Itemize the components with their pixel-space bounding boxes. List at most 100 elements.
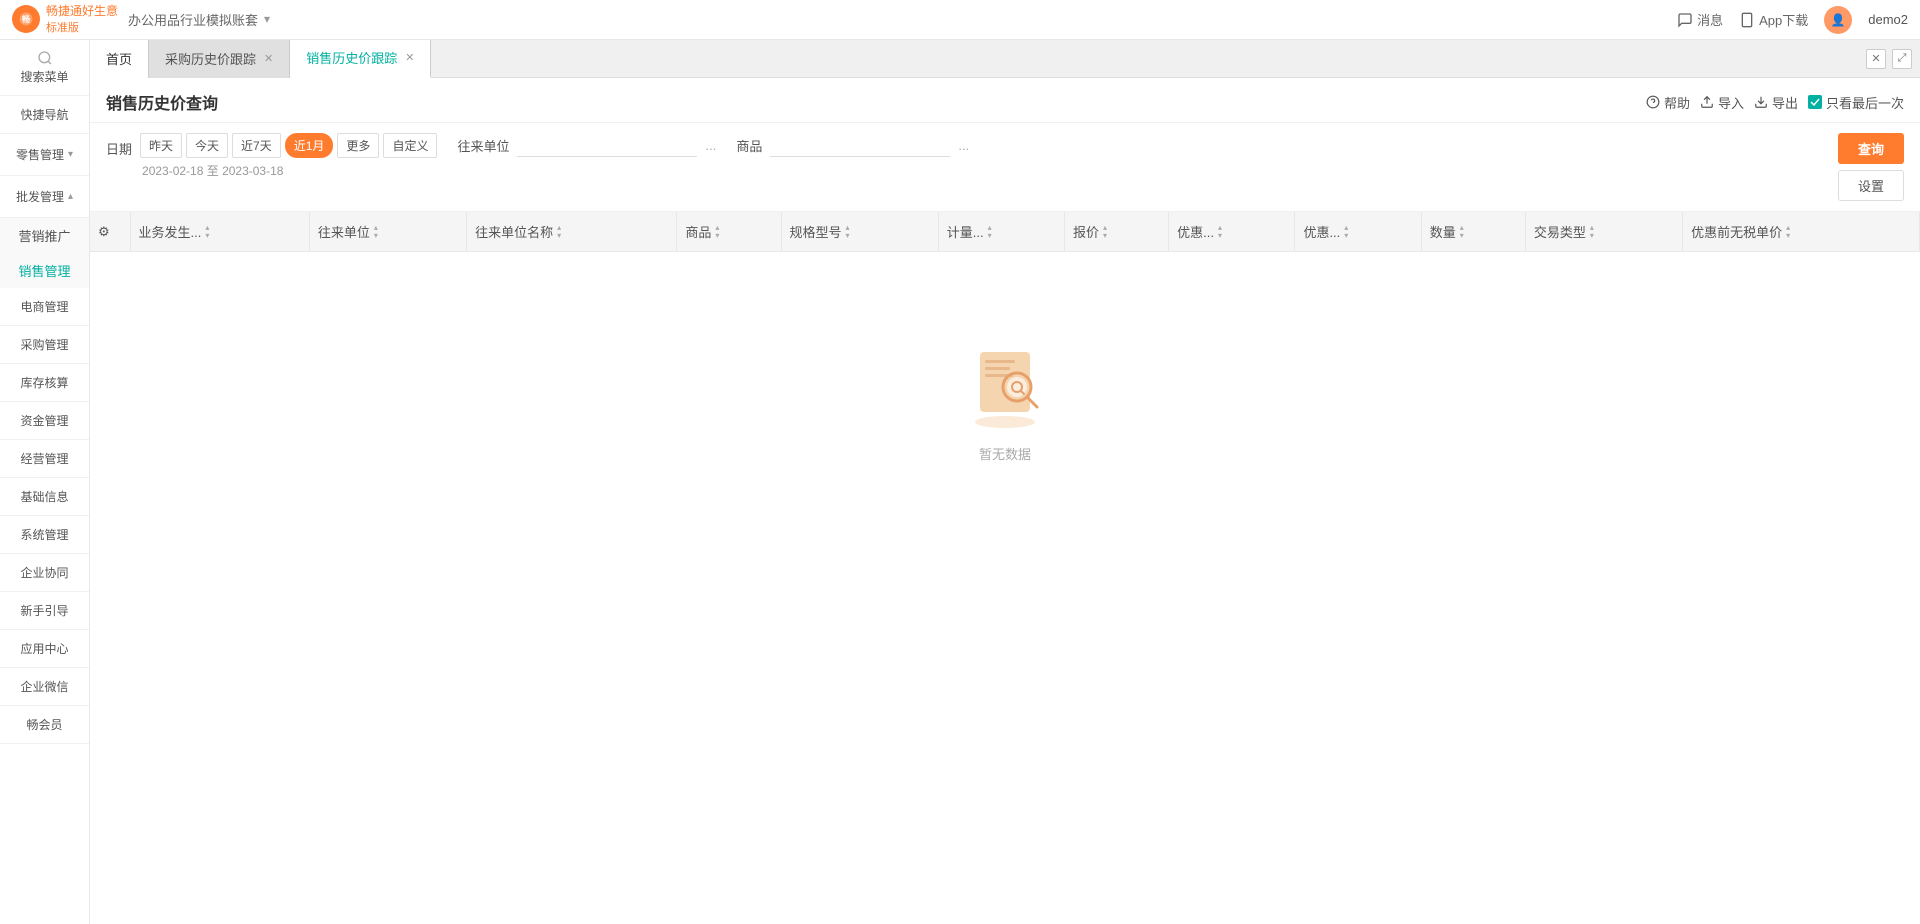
message-button[interactable]: 消息 bbox=[1677, 10, 1723, 29]
date-btn-custom[interactable]: 自定义 bbox=[383, 133, 437, 158]
tab-purchase-history[interactable]: 采购历史价跟踪 ✕ bbox=[149, 40, 290, 78]
sidebar-item-purchase-mgmt[interactable]: 采购管理 bbox=[0, 326, 89, 364]
date-btn-7days[interactable]: 近7天 bbox=[232, 133, 281, 158]
table-col-product[interactable]: 商品 ▴▾ bbox=[677, 212, 781, 252]
app-title-area[interactable]: 办公用品行业模拟账套 ▾ bbox=[128, 10, 270, 29]
sidebar-item-quick-nav[interactable]: 快捷导航 bbox=[0, 96, 89, 134]
help-button[interactable]: 帮助 bbox=[1646, 93, 1690, 112]
settings-icon: ⚙ bbox=[98, 224, 110, 239]
page-content: 销售历史价查询 帮助 导入 导出 bbox=[90, 78, 1920, 924]
table-header: ⚙ 业务发生... ▴▾ 往来单位 bbox=[90, 212, 1920, 252]
tab-purchase-close-icon[interactable]: ✕ bbox=[264, 52, 273, 65]
sort-arrows-pre-tax-price: ▴▾ bbox=[1786, 224, 1790, 240]
logo-sub-text: 标准版 bbox=[46, 19, 118, 35]
sidebar-item-retail-mgmt[interactable]: 零售管理 ▾ bbox=[0, 134, 89, 176]
sidebar-item-sales-mgmt[interactable]: 销售管理 bbox=[0, 253, 89, 288]
sidebar-item-wholesale-mgmt[interactable]: 批发管理 ▴ bbox=[0, 176, 89, 218]
tab-home[interactable]: 首页 bbox=[90, 40, 149, 78]
sidebar-item-inventory-calc[interactable]: 库存核算 bbox=[0, 364, 89, 402]
partner-filter-input[interactable] bbox=[517, 133, 697, 157]
table-col-discount1[interactable]: 优惠... ▴▾ bbox=[1169, 212, 1295, 252]
th-spec-content: 规格型号 ▴▾ bbox=[790, 222, 930, 241]
table-col-quantity[interactable]: 数量 ▴▾ bbox=[1421, 212, 1525, 252]
tab-bar: 首页 采购历史价跟踪 ✕ 销售历史价跟踪 ✕ ✕ ⤢ bbox=[90, 40, 1920, 78]
th-discount1-content: 优惠... ▴▾ bbox=[1177, 222, 1286, 241]
sort-arrows-discount2: ▴▾ bbox=[1344, 224, 1348, 240]
user-name[interactable]: demo2 bbox=[1868, 12, 1908, 27]
sidebar-item-app-center[interactable]: 应用中心 bbox=[0, 630, 89, 668]
filter-area: 日期 昨天 今天 近7天 近1月 更多 自定义 2023-02-18 至 202… bbox=[90, 123, 1920, 212]
th-partner-id-content: 往来单位 ▴▾ bbox=[318, 222, 458, 241]
sidebar-item-enterprise-coop[interactable]: 企业协同 bbox=[0, 554, 89, 592]
sidebar-enterprise-label: 企业协同 bbox=[20, 564, 68, 581]
sidebar-item-marketing-promo[interactable]: 营销推广 bbox=[0, 218, 89, 253]
settings-button[interactable]: 设置 bbox=[1838, 170, 1904, 201]
import-button[interactable]: 导入 bbox=[1700, 93, 1744, 112]
sort-arrows-biz-date: ▴▾ bbox=[205, 224, 209, 240]
date-filter-options: 昨天 今天 近7天 近1月 更多 自定义 2023-02-18 至 2023-0… bbox=[140, 133, 437, 179]
top-bar-left: 畅 畅捷通好生意 标准版 办公用品行业模拟账套 ▾ bbox=[12, 4, 270, 34]
sidebar-search-label: 搜索菜单 bbox=[20, 68, 68, 85]
user-avatar-icon: 👤 bbox=[1831, 13, 1846, 27]
sidebar-operation-label: 经营管理 bbox=[20, 450, 68, 467]
query-button[interactable]: 查询 bbox=[1838, 133, 1904, 164]
sidebar-wholesale-label: 批发管理 bbox=[16, 188, 64, 205]
user-avatar[interactable]: 👤 bbox=[1824, 6, 1852, 34]
product-filter-dots[interactable]: ... bbox=[958, 138, 969, 153]
table-col-trade-type[interactable]: 交易类型 ▴▾ bbox=[1525, 212, 1682, 252]
partner-filter-dots[interactable]: ... bbox=[705, 138, 716, 153]
date-btn-today[interactable]: 今天 bbox=[186, 133, 228, 158]
sidebar-item-finance-mgmt[interactable]: 资金管理 bbox=[0, 402, 89, 440]
only-last-checkbox-label[interactable]: 只看最后一次 bbox=[1808, 93, 1904, 112]
table-header-row: ⚙ 业务发生... ▴▾ 往来单位 bbox=[90, 212, 1920, 252]
sidebar-item-newbie-guide[interactable]: 新手引导 bbox=[0, 592, 89, 630]
export-button[interactable]: 导出 bbox=[1754, 93, 1798, 112]
th-biz-date-content: 业务发生... ▴▾ bbox=[139, 222, 301, 241]
app-title-dropdown-icon[interactable]: ▾ bbox=[264, 12, 270, 26]
logo-icon: 畅 bbox=[12, 5, 40, 33]
sidebar-item-system-mgmt[interactable]: 系统管理 bbox=[0, 516, 89, 554]
sort-arrows-quantity: ▴▾ bbox=[1460, 224, 1464, 240]
table-col-pre-tax-price[interactable]: 优惠前无税单价 ▴▾ bbox=[1683, 212, 1920, 252]
product-filter-input[interactable] bbox=[770, 133, 950, 157]
date-filter-label: 日期 bbox=[106, 133, 132, 158]
sidebar-item-search-menu[interactable]: 搜索菜单 bbox=[0, 40, 89, 96]
date-btn-yesterday[interactable]: 昨天 bbox=[140, 133, 182, 158]
tab-sales-close-icon[interactable]: ✕ bbox=[405, 51, 414, 64]
th-pre-tax-price-content: 优惠前无税单价 ▴▾ bbox=[1691, 222, 1911, 241]
app-download-button[interactable]: App下载 bbox=[1739, 10, 1808, 29]
empty-text: 暂无数据 bbox=[979, 444, 1031, 463]
table-col-partner-name[interactable]: 往来单位名称 ▴▾ bbox=[467, 212, 677, 252]
th-unit-content: 计量... ▴▾ bbox=[947, 222, 1056, 241]
sort-arrows-partner-id: ▴▾ bbox=[374, 224, 378, 240]
empty-state: 暂无数据 bbox=[90, 252, 1920, 503]
tab-purchase-label: 采购历史价跟踪 bbox=[165, 49, 256, 68]
sidebar-item-enterprise-wechat[interactable]: 企业微信 bbox=[0, 668, 89, 706]
table-col-settings[interactable]: ⚙ bbox=[90, 212, 130, 252]
date-btn-1month[interactable]: 近1月 bbox=[285, 133, 334, 158]
sidebar-item-basic-info[interactable]: 基础信息 bbox=[0, 478, 89, 516]
sidebar-item-ecommerce-mgmt[interactable]: 电商管理 bbox=[0, 288, 89, 326]
date-btn-more[interactable]: 更多 bbox=[337, 133, 379, 158]
tab-maximize-button[interactable]: ⤢ bbox=[1892, 49, 1912, 69]
table-col-spec[interactable]: 规格型号 ▴▾ bbox=[781, 212, 938, 252]
sort-arrows-discount1: ▴▾ bbox=[1218, 224, 1222, 240]
sidebar-quick-nav-label: 快捷导航 bbox=[20, 106, 68, 123]
tab-sales-history[interactable]: 销售历史价跟踪 ✕ bbox=[290, 40, 431, 78]
retail-arrow-icon: ▾ bbox=[68, 149, 73, 160]
table-col-partner-id[interactable]: 往来单位 ▴▾ bbox=[309, 212, 466, 252]
sidebar-item-operation-mgmt[interactable]: 经营管理 bbox=[0, 440, 89, 478]
tab-sales-label: 销售历史价跟踪 bbox=[306, 48, 397, 67]
table-col-discount2[interactable]: 优惠... ▴▾ bbox=[1295, 212, 1421, 252]
sidebar: 搜索菜单 快捷导航 零售管理 ▾ 批发管理 ▴ 营销推广 销售管理 电商管理 采… bbox=[0, 40, 90, 924]
tab-close-button[interactable]: ✕ bbox=[1866, 49, 1886, 69]
data-table: ⚙ 业务发生... ▴▾ 往来单位 bbox=[90, 212, 1920, 252]
table-col-quote[interactable]: 报价 ▴▾ bbox=[1065, 212, 1169, 252]
sidebar-newbie-label: 新手引导 bbox=[20, 602, 68, 619]
sidebar-item-member-club[interactable]: 畅会员 bbox=[0, 706, 89, 744]
sidebar-wechat-label: 企业微信 bbox=[20, 678, 68, 695]
table-col-biz-date[interactable]: 业务发生... ▴▾ bbox=[130, 212, 309, 252]
sidebar-system-label: 系统管理 bbox=[20, 526, 68, 543]
table-col-unit[interactable]: 计量... ▴▾ bbox=[938, 212, 1064, 252]
th-quantity-content: 数量 ▴▾ bbox=[1430, 222, 1517, 241]
